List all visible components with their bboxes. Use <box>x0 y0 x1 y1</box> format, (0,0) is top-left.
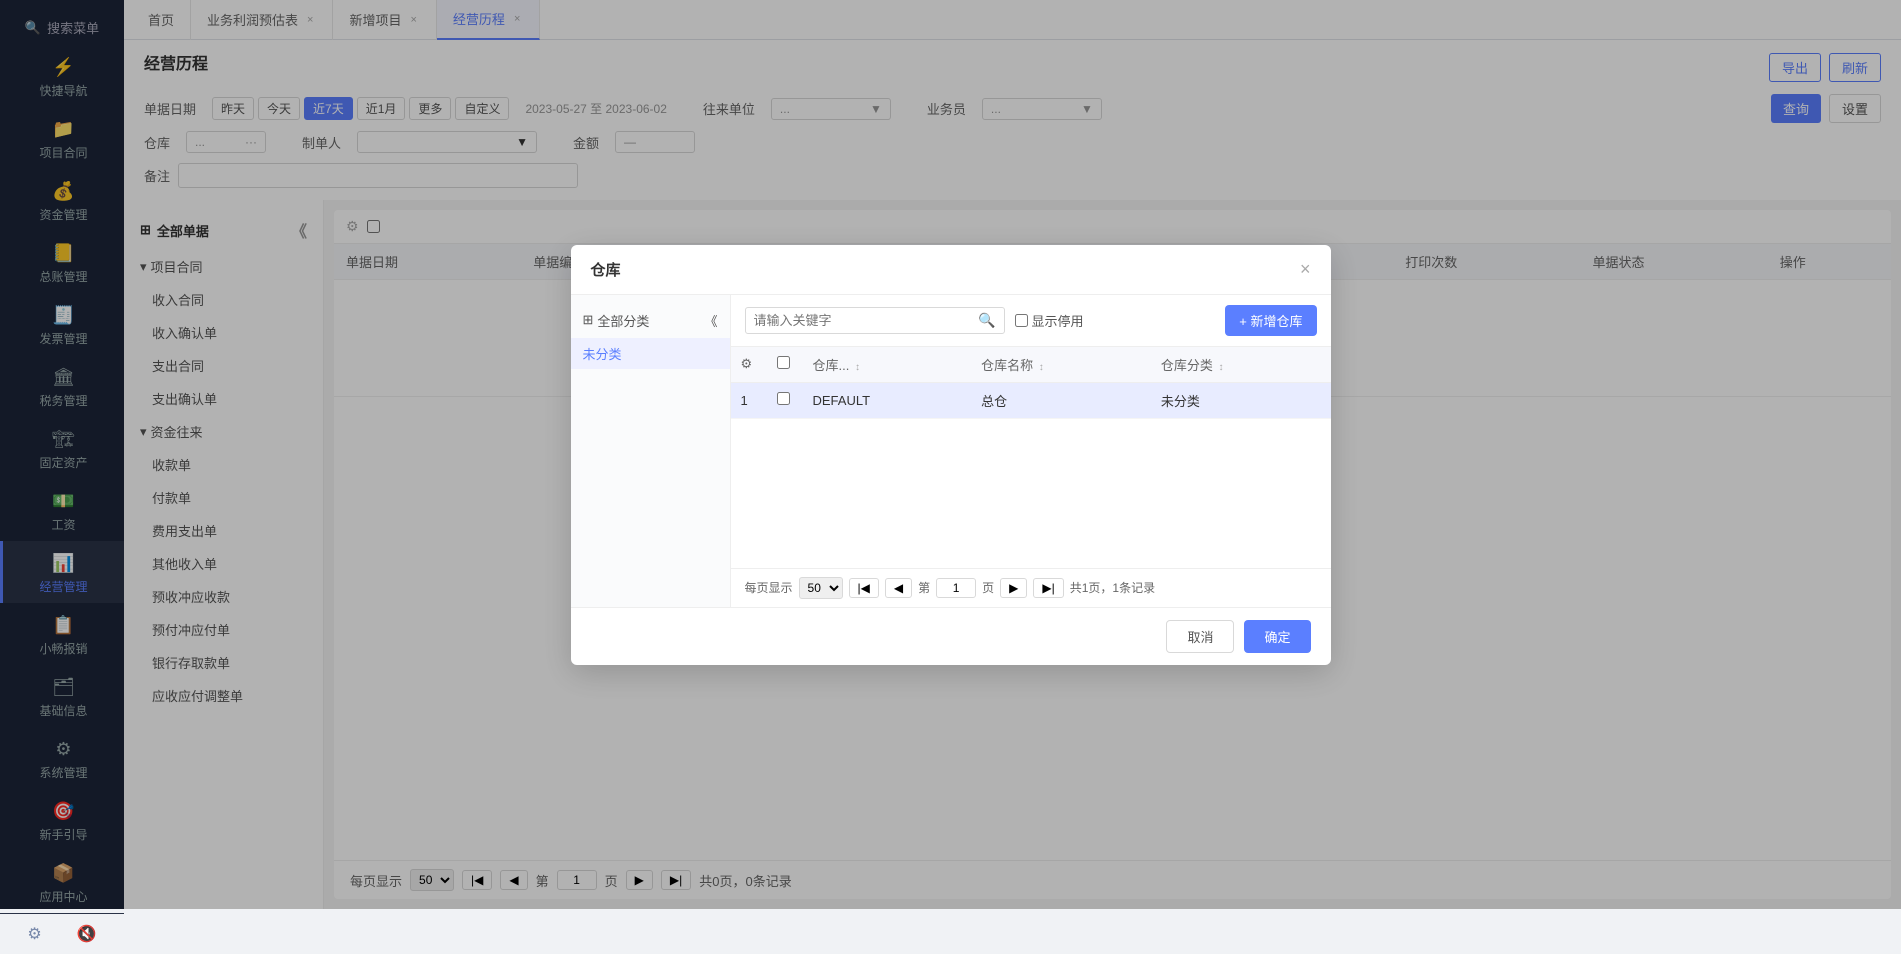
row-index: 1 <box>731 382 767 418</box>
row-name: 总仓 <box>971 382 1151 418</box>
show-disabled-checkbox[interactable] <box>1015 314 1028 327</box>
dialog-search-input[interactable] <box>754 313 979 328</box>
row-code: DEFAULT <box>803 382 972 418</box>
dialog-title: 仓库 <box>591 259 621 280</box>
dialog-page-input[interactable] <box>936 578 976 598</box>
add-warehouse-button[interactable]: + 新增仓库 <box>1225 305 1316 336</box>
dialog-toolbar: 🔍 显示停用 + 新增仓库 <box>731 295 1331 347</box>
row-checkbox[interactable] <box>777 392 790 405</box>
dialog-last-page-btn[interactable]: ▶| <box>1033 578 1063 598</box>
dialog-search-box[interactable]: 🔍 <box>745 307 1005 334</box>
grid-icon2: ⊞ <box>583 312 594 328</box>
tree-item-unclassified[interactable]: 未分类 <box>571 338 730 369</box>
dialog-table: ⚙ 仓库... ↕ 仓库名称 ↕ 仓库分类 ↕ 1 DEFA <box>731 347 1331 419</box>
settings-icon[interactable]: ⚙ <box>27 924 41 944</box>
dialog-body: ⊞ 全部分类 《 未分类 🔍 <box>571 295 1331 607</box>
dialog-next-page-btn[interactable]: ▶ <box>1000 578 1027 598</box>
cancel-button[interactable]: 取消 <box>1166 620 1234 653</box>
dialog-col-check <box>767 347 803 383</box>
show-disabled-label: 显示停用 <box>1032 311 1084 330</box>
dialog-first-page-btn[interactable]: |◀ <box>849 578 879 598</box>
row-category: 未分类 <box>1151 382 1331 418</box>
confirm-button[interactable]: 确定 <box>1244 620 1310 653</box>
dialog-prev-page-btn[interactable]: ◀ <box>885 578 912 598</box>
dialog-select-all[interactable] <box>777 356 790 369</box>
dialog-close-button[interactable]: × <box>1300 259 1311 280</box>
dialog-pagination: 每页显示 50 |◀ ◀ 第 页 ▶ ▶| 共1页，1条记录 <box>731 568 1331 607</box>
warehouse-dialog: 仓库 × ⊞ 全部分类 《 未分类 <box>571 245 1331 665</box>
dialog-gear-icon[interactable]: ⚙ <box>741 356 753 371</box>
tree-all-category[interactable]: ⊞ 全部分类 《 <box>571 303 730 338</box>
dialog-overlay: 仓库 × ⊞ 全部分类 《 未分类 <box>0 0 1901 909</box>
table-row[interactable]: 1 DEFAULT 总仓 未分类 <box>731 382 1331 418</box>
dialog-page-unit: 页 <box>982 579 994 596</box>
dialog-col-code: 仓库... ↕ <box>803 347 972 383</box>
dialog-footer: 取消 确定 <box>571 607 1331 665</box>
sidebar-bottom: ⚙ 🔇 <box>0 913 124 954</box>
dialog-page-size-select[interactable]: 50 <box>799 577 843 599</box>
dialog-table-wrap: ⚙ 仓库... ↕ 仓库名称 ↕ 仓库分类 ↕ 1 DEFA <box>731 347 1331 568</box>
dialog-total-info: 共1页，1条记录 <box>1070 579 1155 596</box>
dialog-right: 🔍 显示停用 + 新增仓库 ⚙ <box>731 295 1331 607</box>
show-disabled-checkbox-label[interactable]: 显示停用 <box>1015 311 1084 330</box>
tree-collapse-icon[interactable]: 《 <box>704 311 717 330</box>
row-checkbox-cell <box>767 382 803 418</box>
search-icon[interactable]: 🔍 <box>978 312 995 329</box>
dialog-col-category: 仓库分类 ↕ <box>1151 347 1331 383</box>
mute-icon[interactable]: 🔇 <box>77 924 97 944</box>
dialog-header: 仓库 × <box>571 245 1331 295</box>
dialog-page-label: 第 <box>918 579 930 596</box>
dialog-page-size-label: 每页显示 <box>745 579 793 596</box>
dialog-tree: ⊞ 全部分类 《 未分类 <box>571 295 731 607</box>
dialog-col-name: 仓库名称 ↕ <box>971 347 1151 383</box>
dialog-col-gear: ⚙ <box>731 347 767 383</box>
tree-all-label: 全部分类 <box>597 311 649 330</box>
